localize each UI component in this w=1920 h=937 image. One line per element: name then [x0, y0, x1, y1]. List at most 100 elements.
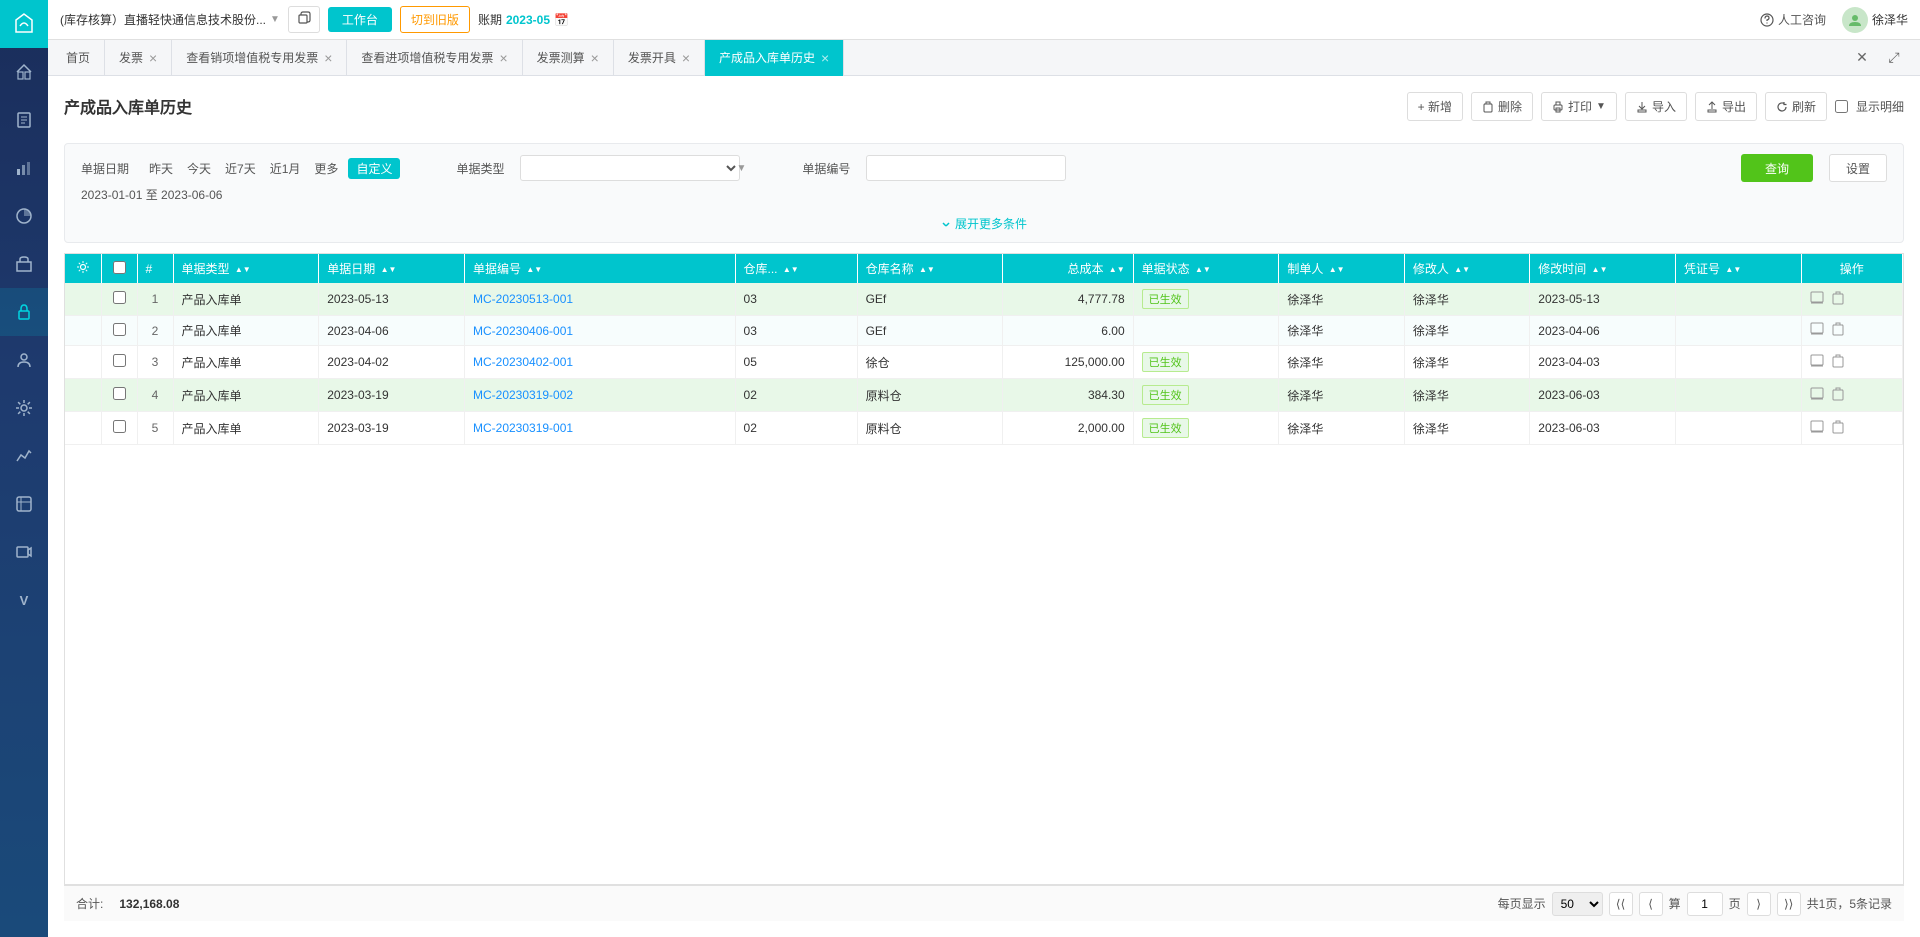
th-date[interactable]: 单据日期 ▲▼ [319, 254, 465, 283]
td-checkbox[interactable] [101, 412, 137, 445]
td-number[interactable]: MC-20230402-001 [465, 346, 736, 379]
new-button[interactable]: + 新增 [1407, 92, 1463, 121]
first-page-btn[interactable]: ⟨⟨ [1609, 892, 1633, 916]
sidebar-item-person[interactable] [0, 336, 48, 384]
setting-button[interactable]: 设置 [1829, 154, 1887, 182]
prev-page-btn[interactable]: ⟨ [1639, 892, 1663, 916]
today-btn[interactable]: 今天 [183, 158, 215, 179]
sidebar-item-video[interactable] [0, 528, 48, 576]
th-total-cost[interactable]: 总成本 ▲▼ [1003, 254, 1133, 283]
td-checkbox[interactable] [101, 379, 137, 412]
month-btn[interactable]: 近1月 [266, 158, 305, 179]
show-detail-toggle[interactable]: 显示明细 [1835, 98, 1904, 115]
tab-calc[interactable]: 发票测算 × [523, 40, 614, 76]
th-status[interactable]: 单据状态 ▲▼ [1133, 254, 1279, 283]
edit-action-icon[interactable] [1810, 420, 1824, 437]
select-all-checkbox[interactable] [113, 261, 126, 274]
th-modifier[interactable]: 修改人 ▲▼ [1404, 254, 1529, 283]
show-detail-checkbox[interactable] [1835, 100, 1848, 113]
page-input[interactable] [1687, 892, 1723, 916]
yesterday-btn[interactable]: 昨天 [145, 158, 177, 179]
td-number[interactable]: MC-20230319-002 [465, 379, 736, 412]
td-checkbox[interactable] [101, 283, 137, 316]
delete-button[interactable]: 删除 [1471, 92, 1533, 121]
tab-check-input[interactable]: 查看进项增值税专用发票 × [347, 40, 522, 76]
export-button[interactable]: 导出 [1695, 92, 1757, 121]
delete-action-icon[interactable] [1832, 420, 1844, 437]
expand-tabs-button[interactable]: ⤢ [1880, 44, 1908, 72]
user-menu[interactable]: 徐泽华 [1842, 7, 1908, 33]
tab-home[interactable]: 首页 [52, 40, 105, 76]
edit-action-icon[interactable] [1810, 322, 1824, 339]
sidebar-item-inventory[interactable] [0, 240, 48, 288]
sidebar-item-reports[interactable] [0, 144, 48, 192]
td-number[interactable]: MC-20230513-001 [465, 283, 736, 316]
td-checkbox[interactable] [101, 316, 137, 346]
copy-button[interactable] [288, 6, 320, 33]
close-all-tabs-button[interactable]: ✕ [1848, 44, 1876, 72]
more-btn[interactable]: 更多 [310, 158, 342, 179]
th-modify-time[interactable]: 修改时间 ▲▼ [1530, 254, 1676, 283]
edit-action-icon[interactable] [1810, 291, 1824, 308]
sidebar-item-chart[interactable] [0, 432, 48, 480]
number-link[interactable]: MC-20230319-002 [473, 388, 573, 402]
row-checkbox[interactable] [113, 387, 126, 400]
edit-action-icon[interactable] [1810, 354, 1824, 371]
tab-close-issue[interactable]: × [682, 51, 690, 65]
delete-action-icon[interactable] [1832, 354, 1844, 371]
tab-close-check-output[interactable]: × [324, 51, 332, 65]
switch-version-button[interactable]: 切到旧版 [400, 6, 470, 33]
help-button[interactable]: 人工咨询 [1760, 11, 1826, 28]
sidebar-item-settings3[interactable] [0, 480, 48, 528]
sidebar-item-settings2[interactable] [0, 384, 48, 432]
data-table-container[interactable]: # 单据类型 ▲▼ 单据日期 ▲▼ 单据编号 ▲▼ [64, 253, 1904, 885]
th-settings[interactable] [65, 254, 101, 283]
sidebar-item-home[interactable] [0, 48, 48, 96]
refresh-button[interactable]: 刷新 [1765, 92, 1827, 121]
last-page-btn[interactable]: ⟩⟩ [1777, 892, 1801, 916]
tab-close-history[interactable]: × [821, 51, 829, 65]
row-checkbox[interactable] [113, 323, 126, 336]
type-select[interactable] [520, 155, 740, 181]
query-button[interactable]: 查询 [1741, 154, 1813, 182]
row-checkbox[interactable] [113, 354, 126, 367]
th-voucher[interactable]: 凭证号 ▲▼ [1676, 254, 1801, 283]
delete-action-icon[interactable] [1832, 322, 1844, 339]
row-checkbox[interactable] [113, 291, 126, 304]
sidebar-item-version[interactable]: V [0, 576, 48, 624]
import-button[interactable]: 导入 [1625, 92, 1687, 121]
th-type[interactable]: 单据类型 ▲▼ [173, 254, 319, 283]
tab-close-check-input[interactable]: × [499, 51, 507, 65]
week-btn[interactable]: 近7天 [221, 158, 260, 179]
calendar-icon[interactable]: 📅 [554, 13, 569, 27]
sidebar-item-lock[interactable] [0, 288, 48, 336]
td-checkbox[interactable] [101, 346, 137, 379]
workbench-button[interactable]: 工作台 [328, 7, 392, 32]
delete-action-icon[interactable] [1832, 291, 1844, 308]
custom-btn[interactable]: 自定义 [348, 158, 400, 179]
number-link[interactable]: MC-20230406-001 [473, 324, 573, 338]
th-checkbox[interactable] [101, 254, 137, 283]
print-button[interactable]: 打印 ▼ [1541, 92, 1617, 121]
th-warehouse-name[interactable]: 仓库名称 ▲▼ [857, 254, 1003, 283]
td-number[interactable]: MC-20230319-001 [465, 412, 736, 445]
td-number[interactable]: MC-20230406-001 [465, 316, 736, 346]
th-creator[interactable]: 制单人 ▲▼ [1279, 254, 1404, 283]
tab-close-calc[interactable]: × [591, 51, 599, 65]
company-selector[interactable]: (库存核算）直播轻快通信息技术股份... ▼ [60, 11, 280, 28]
number-input[interactable] [866, 155, 1066, 181]
number-link[interactable]: MC-20230319-001 [473, 421, 573, 435]
tab-invoice[interactable]: 发票 × [105, 40, 172, 76]
sidebar-item-analytics[interactable] [0, 192, 48, 240]
edit-action-icon[interactable] [1810, 387, 1824, 404]
th-number[interactable]: 单据编号 ▲▼ [465, 254, 736, 283]
number-link[interactable]: MC-20230402-001 [473, 355, 573, 369]
tab-issue[interactable]: 发票开具 × [614, 40, 705, 76]
th-warehouse-code[interactable]: 仓库... ▲▼ [735, 254, 857, 283]
delete-action-icon[interactable] [1832, 387, 1844, 404]
tab-check-output[interactable]: 查看销项增值税专用发票 × [172, 40, 347, 76]
tab-close-invoice[interactable]: × [149, 51, 157, 65]
expand-more-btn[interactable]: 展开更多条件 [941, 215, 1027, 232]
tab-history[interactable]: 产成品入库单历史 × [705, 40, 844, 76]
next-page-btn[interactable]: ⟩ [1747, 892, 1771, 916]
